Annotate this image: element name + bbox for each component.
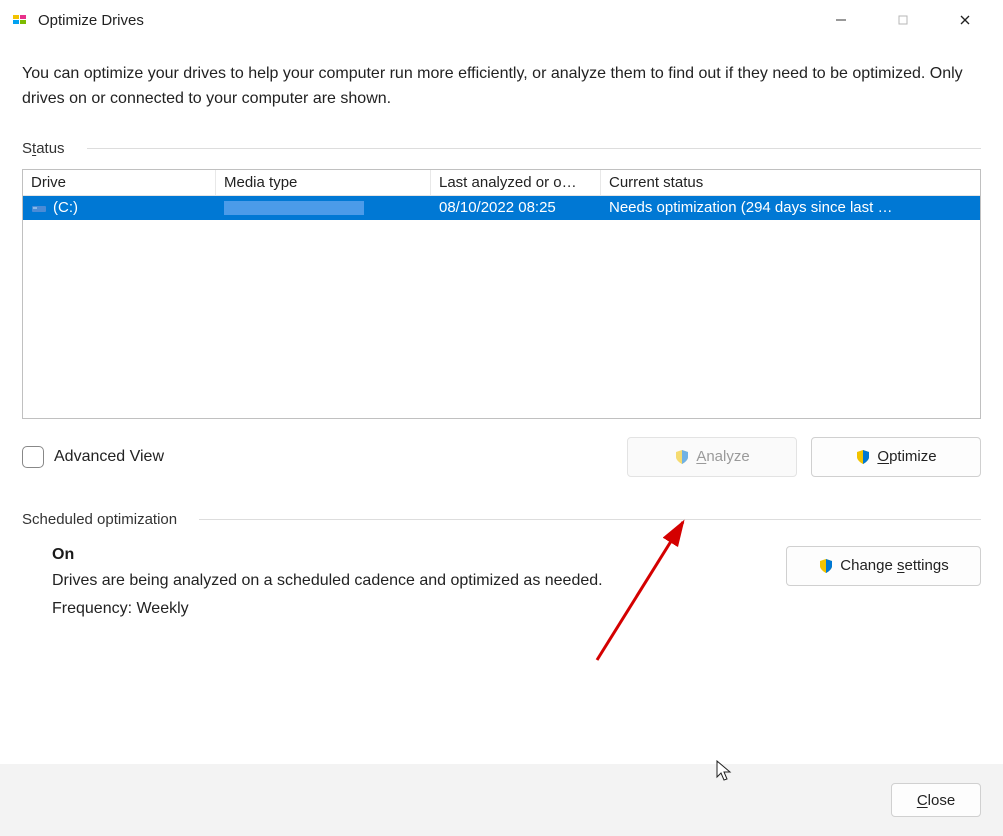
section-divider: [87, 148, 981, 149]
optimize-label: Optimize: [877, 448, 936, 465]
optimize-button[interactable]: Optimize: [811, 437, 981, 477]
close-label: Close: [917, 792, 955, 809]
dialog-footer: Close: [0, 764, 1003, 836]
shield-icon: [818, 558, 834, 574]
minimize-button[interactable]: [819, 5, 863, 35]
analyze-button[interactable]: Analyze: [627, 437, 797, 477]
scheduled-frequency: Frequency: Weekly: [52, 600, 766, 618]
cell-drive: (C:): [23, 195, 216, 220]
analyze-label: Analyze: [696, 448, 749, 465]
description-text: You can optimize your drives to help you…: [22, 62, 981, 112]
cell-last: 08/10/2022 08:25: [431, 195, 601, 220]
title-bar: Optimize Drives: [0, 0, 1003, 40]
scheduled-section-label: Scheduled optimization: [22, 511, 177, 528]
drives-table[interactable]: Drive Media type Last analyzed or o… Cur…: [22, 169, 981, 419]
status-section-header: Status: [22, 140, 981, 157]
section-divider: [199, 519, 981, 520]
window-title: Optimize Drives: [38, 12, 819, 29]
col-last[interactable]: Last analyzed or o…: [431, 170, 601, 195]
main-content: You can optimize your drives to help you…: [0, 40, 1003, 764]
table-header-row: Drive Media type Last analyzed or o… Cur…: [23, 170, 980, 196]
shield-icon: [674, 449, 690, 465]
window-controls: [819, 5, 987, 35]
redacted-media: [224, 201, 364, 215]
cell-status: Needs optimization (294 days since last …: [601, 195, 980, 220]
advanced-view-checkbox[interactable]: Advanced View: [22, 446, 164, 468]
maximize-button[interactable]: [881, 5, 925, 35]
col-media[interactable]: Media type: [216, 170, 431, 195]
scheduled-body: On Drives are being analyzed on a schedu…: [22, 540, 981, 628]
advanced-view-label: Advanced View: [54, 448, 164, 466]
status-section-label: Status: [22, 140, 65, 157]
col-drive[interactable]: Drive: [23, 170, 216, 195]
controls-row: Advanced View Analyze Optimize: [22, 437, 981, 477]
shield-icon: [855, 449, 871, 465]
change-settings-button[interactable]: Change settings: [786, 546, 981, 586]
table-row[interactable]: (C:) 08/10/2022 08:25 Needs optimization…: [23, 196, 980, 220]
drive-name: (C:): [53, 199, 78, 216]
scheduled-description: Drives are being analyzed on a scheduled…: [52, 572, 766, 590]
scheduled-status: On: [52, 546, 766, 564]
cell-media: [216, 195, 431, 220]
app-icon: [12, 12, 28, 28]
change-settings-label: Change settings: [840, 557, 948, 574]
drive-icon: [31, 200, 47, 216]
checkbox-box: [22, 446, 44, 468]
close-dialog-button[interactable]: Close: [891, 783, 981, 817]
close-button[interactable]: [943, 5, 987, 35]
col-status[interactable]: Current status: [601, 170, 980, 195]
scheduled-section-header: Scheduled optimization: [22, 511, 981, 528]
